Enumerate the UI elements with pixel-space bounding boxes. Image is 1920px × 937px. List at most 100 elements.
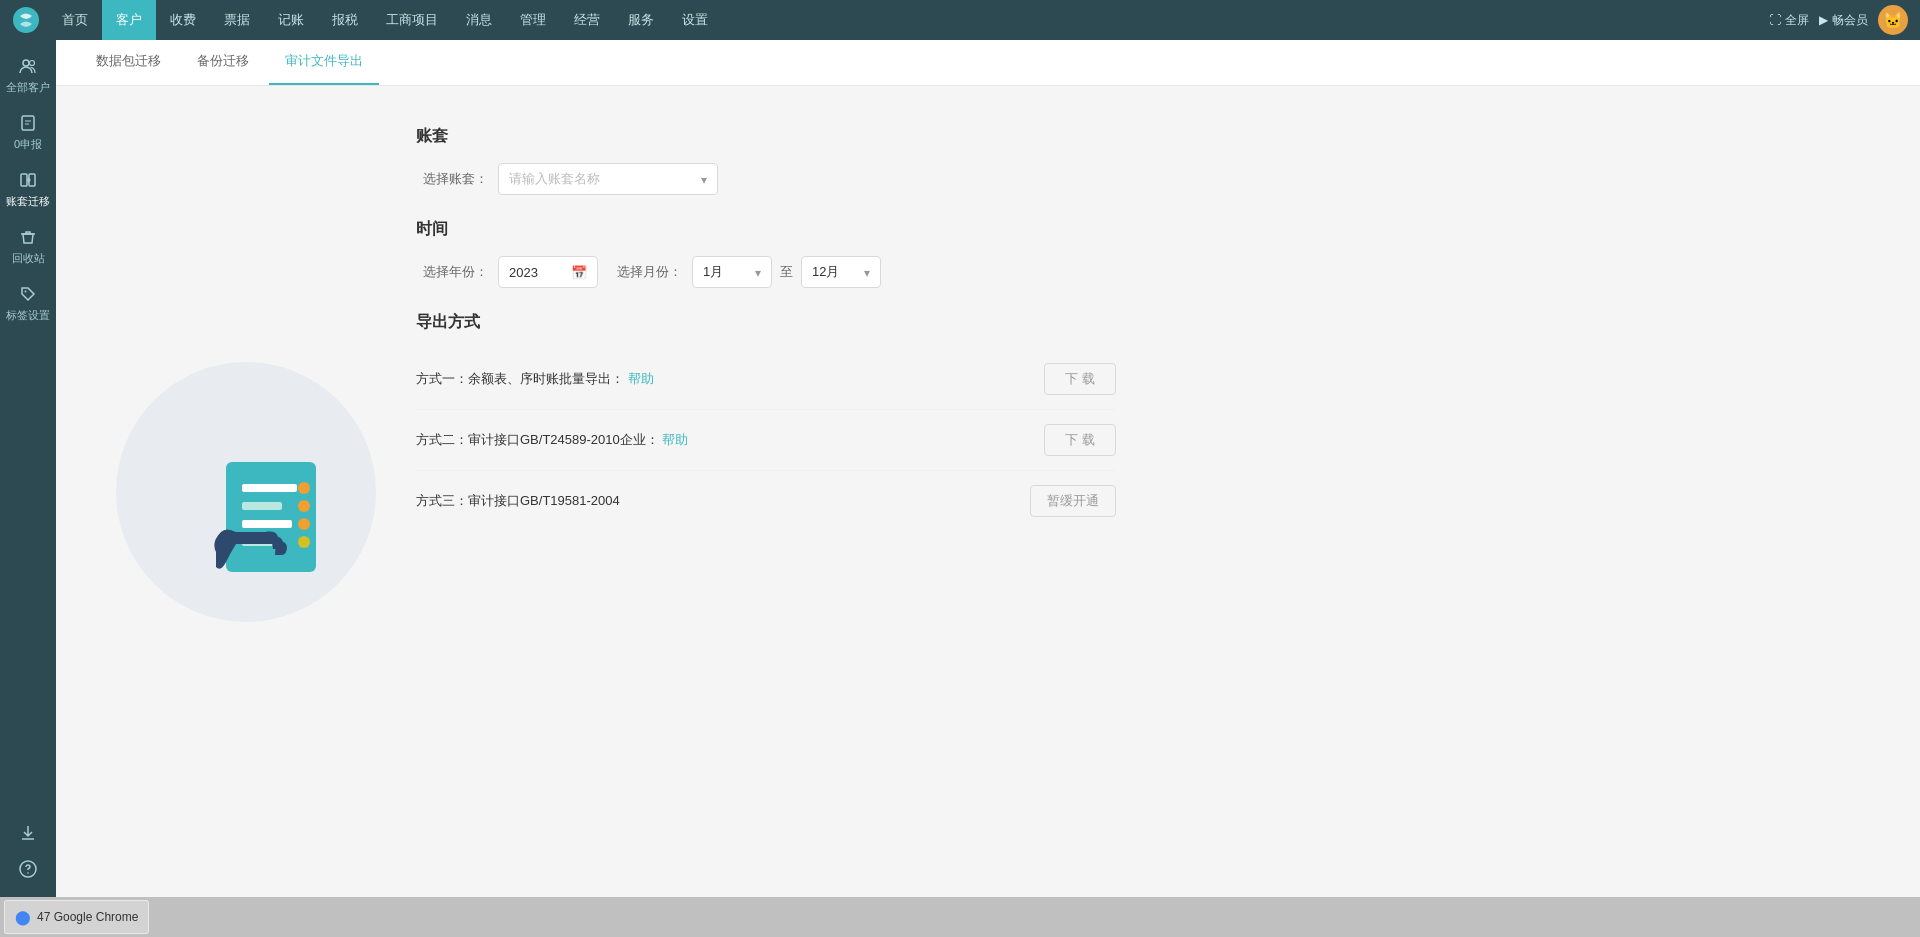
- month-label: 选择月份：: [610, 263, 682, 281]
- help-icon: [18, 859, 38, 879]
- top-nav-right: ⛶ 全屏 ▶ 畅会员 🐱: [1769, 5, 1908, 35]
- month-end-chevron-icon: [864, 265, 870, 280]
- method-1-help-link[interactable]: 帮助: [628, 371, 654, 386]
- to-text: 至: [780, 263, 793, 281]
- sidebar-bottom: [12, 817, 44, 897]
- svg-point-2: [30, 61, 35, 66]
- svg-rect-9: [226, 462, 316, 572]
- sidebar-item-migrate-label: 账套迁移: [6, 194, 50, 209]
- svg-point-1: [23, 60, 29, 66]
- month-end-select[interactable]: 12月: [801, 256, 881, 288]
- svg-rect-12: [242, 520, 292, 528]
- tag-icon: [18, 284, 38, 304]
- svg-point-15: [298, 500, 310, 512]
- sidebar-download-button[interactable]: [12, 817, 44, 849]
- year-input[interactable]: 2023 📅: [498, 256, 598, 288]
- sidebar-item-trash[interactable]: 回收站: [2, 219, 54, 274]
- fullscreen-icon: ⛶: [1769, 13, 1781, 27]
- nav-item-operations[interactable]: 经营: [560, 0, 614, 40]
- svg-point-0: [13, 7, 39, 33]
- sidebar-item-zero-report-label: 0申报: [14, 137, 42, 152]
- tab-backup-migration[interactable]: 备份迁移: [181, 40, 265, 85]
- svg-rect-11: [242, 502, 282, 510]
- method-2-label: 方式二：审计接口GB/T24589-2010企业：: [416, 432, 659, 447]
- sidebar-item-tag-settings-label: 标签设置: [6, 308, 50, 323]
- sidebar-item-trash-label: 回收站: [12, 251, 45, 266]
- nav-item-messages[interactable]: 消息: [452, 0, 506, 40]
- avatar[interactable]: 🐱: [1878, 5, 1908, 35]
- svg-point-6: [25, 291, 27, 293]
- main-layout: 全部客户 0申报 账套迁移 回收站: [0, 40, 1920, 897]
- nav-item-home[interactable]: 首页: [48, 0, 102, 40]
- method-3-open-button[interactable]: 暂缓开通: [1030, 485, 1116, 517]
- sidebar-item-zero-report[interactable]: 0申报: [2, 105, 54, 160]
- svg-point-14: [298, 482, 310, 494]
- account-section-title: 账套: [416, 126, 1116, 147]
- nav-item-fees[interactable]: 收费: [156, 0, 210, 40]
- method-2-help-link[interactable]: 帮助: [662, 432, 688, 447]
- tab-data-migration[interactable]: 数据包迁移: [80, 40, 177, 85]
- svg-rect-10: [242, 484, 297, 492]
- sidebar-item-all-customers-label: 全部客户: [6, 80, 50, 95]
- top-nav: 首页 客户 收费 票据 记账 报税 工商项目 消息 管理 经营 服务 设置 ⛶ …: [0, 0, 1920, 40]
- tabs-bar: 数据包迁移 备份迁移 审计文件导出: [56, 40, 1920, 86]
- taskbar-item-label: 47 Google Chrome: [37, 910, 138, 924]
- account-form-row: 选择账套： 请输入账套名称: [416, 163, 1116, 195]
- vip-icon: ▶: [1819, 13, 1828, 27]
- account-placeholder: 请输入账套名称: [509, 170, 600, 188]
- nav-item-invoices[interactable]: 票据: [210, 0, 264, 40]
- month-start-select[interactable]: 1月: [692, 256, 772, 288]
- sidebar-item-migrate[interactable]: 账套迁移: [2, 162, 54, 217]
- nav-item-bookkeeping[interactable]: 记账: [264, 0, 318, 40]
- method-2-download-button[interactable]: 下 载: [1044, 424, 1116, 456]
- top-nav-items: 首页 客户 收费 票据 记账 报税 工商项目 消息 管理 经营 服务 设置: [48, 0, 1769, 40]
- page-body: 账套 选择账套： 请输入账套名称 时间 选择年份：: [56, 86, 1920, 897]
- time-form-row: 选择年份： 2023 📅 选择月份： 1月 至 12月: [416, 256, 1116, 288]
- calendar-icon: 📅: [571, 265, 587, 280]
- export-method-2: 方式二：审计接口GB/T24589-2010企业： 帮助 下 载: [416, 410, 1116, 471]
- method-2-text: 方式二：审计接口GB/T24589-2010企业： 帮助: [416, 431, 688, 449]
- chevron-down-icon: [701, 172, 707, 187]
- chrome-icon: ⬤: [15, 909, 31, 925]
- svg-point-8: [27, 872, 29, 874]
- method-1-download-button[interactable]: 下 载: [1044, 363, 1116, 395]
- method-3-label: 方式三：审计接口GB/T19581-2004: [416, 493, 620, 508]
- nav-item-services[interactable]: 服务: [614, 0, 668, 40]
- illustration-side: [116, 126, 376, 857]
- month-start-chevron-icon: [755, 265, 761, 280]
- trash-icon: [18, 227, 38, 247]
- nav-item-business[interactable]: 工商项目: [372, 0, 452, 40]
- method-3-text: 方式三：审计接口GB/T19581-2004: [416, 492, 620, 510]
- nav-item-tax[interactable]: 报税: [318, 0, 372, 40]
- nav-item-customers[interactable]: 客户: [102, 0, 156, 40]
- year-label: 选择年份：: [416, 263, 488, 281]
- audit-illustration: [156, 392, 336, 592]
- method-1-label: 方式一：余额表、序时账批量导出：: [416, 371, 624, 386]
- content-area: 数据包迁移 备份迁移 审计文件导出: [56, 40, 1920, 897]
- sidebar-item-all-customers[interactable]: 全部客户: [2, 48, 54, 103]
- account-select[interactable]: 请输入账套名称: [498, 163, 718, 195]
- tab-audit-export[interactable]: 审计文件导出: [269, 40, 379, 85]
- month-end-value: 12月: [812, 263, 839, 281]
- download-icon: [18, 823, 38, 843]
- sidebar-help-button[interactable]: [12, 853, 44, 885]
- svg-point-17: [298, 536, 310, 548]
- export-section-title: 导出方式: [416, 312, 1116, 333]
- sidebar: 全部客户 0申报 账套迁移 回收站: [0, 40, 56, 897]
- nav-item-management[interactable]: 管理: [506, 0, 560, 40]
- year-value: 2023: [509, 265, 538, 280]
- logo[interactable]: [8, 2, 44, 38]
- account-section: 账套 选择账套： 请输入账套名称: [416, 126, 1116, 195]
- vip-label: 畅会员: [1832, 12, 1868, 29]
- month-start-value: 1月: [703, 263, 723, 281]
- time-section: 时间 选择年份： 2023 📅 选择月份： 1月 至: [416, 219, 1116, 288]
- account-label: 选择账套：: [416, 170, 488, 188]
- fullscreen-label: 全屏: [1785, 12, 1809, 29]
- nav-item-settings[interactable]: 设置: [668, 0, 722, 40]
- illustration-circle: [116, 362, 376, 622]
- fullscreen-button[interactable]: ⛶ 全屏: [1769, 12, 1809, 29]
- method-1-text: 方式一：余额表、序时账批量导出： 帮助: [416, 370, 654, 388]
- vip-button[interactable]: ▶ 畅会员: [1819, 12, 1868, 29]
- sidebar-item-tag-settings[interactable]: 标签设置: [2, 276, 54, 331]
- taskbar-chrome-item[interactable]: ⬤ 47 Google Chrome: [4, 900, 149, 934]
